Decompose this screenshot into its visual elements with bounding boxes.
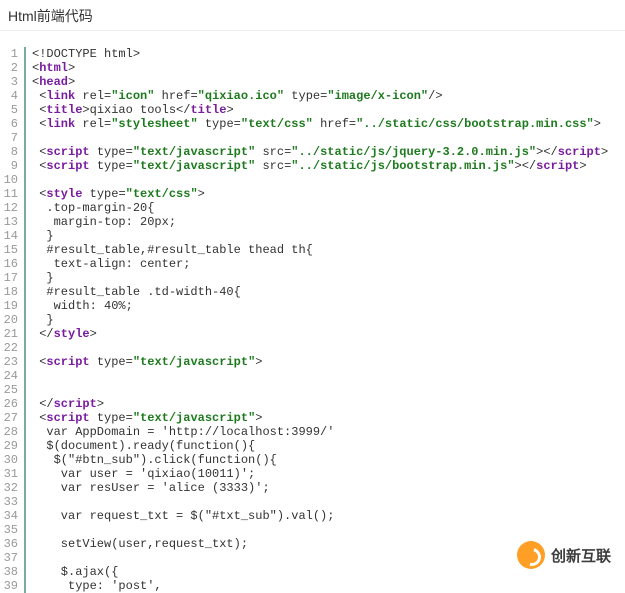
code-line: <script type="text/javascript"> [32,355,625,369]
line-number: 9 [0,159,18,173]
code-line: #result_table,#result_table thead th{ [32,243,625,257]
line-number: 24 [0,369,18,383]
line-number: 17 [0,271,18,285]
code-line: <html> [32,61,625,75]
line-number: 13 [0,215,18,229]
line-number: 36 [0,537,18,551]
code-line: width: 40%; [32,299,625,313]
code-line: } [32,229,625,243]
line-number: 37 [0,551,18,565]
code-line: #result_table .td-width-40{ [32,285,625,299]
line-number: 19 [0,299,18,313]
gutter-divider [24,47,26,593]
code-content: <!DOCTYPE html><html><head> <link rel="i… [32,47,625,593]
line-number: 26 [0,397,18,411]
code-line: var resUser = 'alice (3333)'; [32,481,625,495]
line-number: 33 [0,495,18,509]
code-line: <link rel="icon" href="qixiao.ico" type=… [32,89,625,103]
code-line: .top-margin-20{ [32,201,625,215]
line-number: 22 [0,341,18,355]
line-number: 14 [0,229,18,243]
code-line: } [32,271,625,285]
line-number: 12 [0,201,18,215]
code-line: <style type="text/css"> [32,187,625,201]
line-number: 34 [0,509,18,523]
code-line: <script type="text/javascript"> [32,411,625,425]
line-number: 20 [0,313,18,327]
line-number: 39 [0,579,18,593]
line-number: 6 [0,117,18,131]
code-line: var AppDomain = 'http://localhost:3999/' [32,425,625,439]
line-number: 30 [0,453,18,467]
code-line [32,173,625,187]
line-number: 4 [0,89,18,103]
line-number: 5 [0,103,18,117]
code-line: <script type="text/javascript" src="../s… [32,159,625,173]
line-number: 31 [0,467,18,481]
code-line: text-align: center; [32,257,625,271]
code-line: <title>qixiao tools</title> [32,103,625,117]
line-number: 18 [0,285,18,299]
watermark: 创新互联 [517,541,611,569]
code-line: var user = 'qixiao(10011)'; [32,467,625,481]
line-number: 3 [0,75,18,89]
code-line: $(document).ready(function(){ [32,439,625,453]
line-number: 16 [0,257,18,271]
code-line [32,495,625,509]
code-line: $("#btn_sub").click(function(){ [32,453,625,467]
watermark-text: 创新互联 [551,545,611,566]
code-line: <script type="text/javascript" src="../s… [32,145,625,159]
code-line: <link rel="stylesheet" type="text/css" h… [32,117,625,131]
code-line [32,523,625,537]
code-line [32,341,625,355]
line-number: 28 [0,425,18,439]
line-number: 8 [0,145,18,159]
code-line: } [32,313,625,327]
line-number: 11 [0,187,18,201]
line-number: 32 [0,481,18,495]
line-number: 15 [0,243,18,257]
code-line: var request_txt = $("#txt_sub").val(); [32,509,625,523]
line-number: 1 [0,47,18,61]
line-number: 10 [0,173,18,187]
line-number: 23 [0,355,18,369]
code-line [32,369,625,383]
line-number: 38 [0,565,18,579]
code-line [32,383,625,397]
code-line: </style> [32,327,625,341]
line-number: 27 [0,411,18,425]
code-line [32,131,625,145]
code-editor: 1234567891011121314151617181920212223242… [0,31,625,593]
code-line: type: 'post', [32,579,625,593]
line-number: 29 [0,439,18,453]
code-line: </script> [32,397,625,411]
line-number: 7 [0,131,18,145]
line-number: 35 [0,523,18,537]
line-number: 2 [0,61,18,75]
code-line: margin-top: 20px; [32,215,625,229]
watermark-logo-icon [517,541,545,569]
code-line: <head> [32,75,625,89]
section-title: Html前端代码 [0,0,625,31]
line-number: 21 [0,327,18,341]
line-number-gutter: 1234567891011121314151617181920212223242… [0,47,22,593]
code-line: <!DOCTYPE html> [32,47,625,61]
line-number: 25 [0,383,18,397]
